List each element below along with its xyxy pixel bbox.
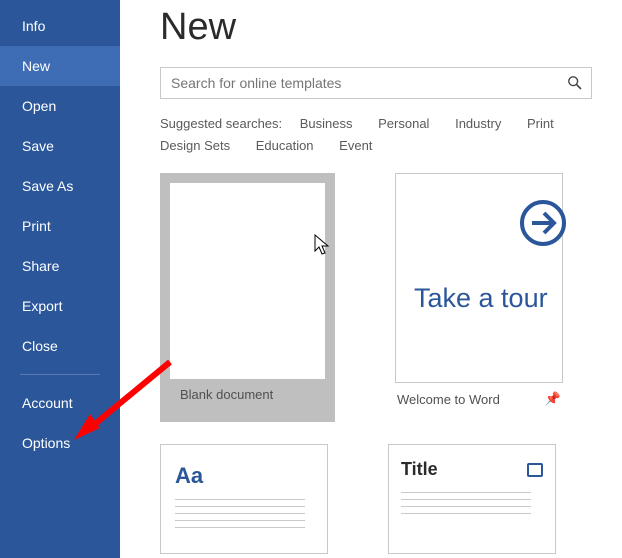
sidebar-item-share[interactable]: Share <box>0 246 120 286</box>
sidebar-item-options[interactable]: Options <box>0 423 120 463</box>
aa-preview-lines <box>175 499 305 534</box>
suggest-link-event[interactable]: Event <box>339 135 372 157</box>
template-caption: Blank document <box>170 379 325 412</box>
sidebar-item-save[interactable]: Save <box>0 126 120 166</box>
template-caption: Welcome to Word 📌 <box>395 383 563 407</box>
sidebar-item-new[interactable]: New <box>0 46 120 86</box>
suggest-link-personal[interactable]: Personal <box>378 113 429 135</box>
sidebar-item-account[interactable]: Account <box>0 383 120 423</box>
tour-arrow-icon <box>518 198 568 248</box>
template-thumb-tour[interactable]: Take a tour <box>395 173 563 383</box>
sidebar-item-open[interactable]: Open <box>0 86 120 126</box>
search-icon[interactable] <box>567 75 583 91</box>
sidebar-item-save-as[interactable]: Save As <box>0 166 120 206</box>
template-welcome-tour[interactable]: Take a tour Welcome to Word 📌 <box>395 173 570 422</box>
suggest-link-education[interactable]: Education <box>256 135 314 157</box>
aa-label: Aa <box>175 463 203 489</box>
page-title: New <box>160 6 622 49</box>
tour-text: Take a tour <box>414 282 548 314</box>
suggested-searches: Suggested searches: Business Personal In… <box>160 113 600 157</box>
sidebar-divider <box>20 374 100 375</box>
backstage-sidebar: Info New Open Save Save As Print Share E… <box>0 0 120 558</box>
template-title[interactable]: Title <box>388 444 556 554</box>
suggest-link-industry[interactable]: Industry <box>455 113 501 135</box>
template-thumb-blank[interactable] <box>170 183 325 379</box>
template-gallery: Blank document Take a tour Welcome to Wo… <box>160 173 622 422</box>
suggest-link-design-sets[interactable]: Design Sets <box>160 135 230 157</box>
sidebar-item-export[interactable]: Export <box>0 286 120 326</box>
search-box[interactable] <box>160 67 592 99</box>
suggest-link-business[interactable]: Business <box>300 113 353 135</box>
main-panel: New Suggested searches: Business Persona… <box>120 0 622 558</box>
template-blank-document[interactable]: Blank document <box>160 173 335 422</box>
suggest-link-print[interactable]: Print <box>527 113 554 135</box>
search-input[interactable] <box>171 75 567 91</box>
sidebar-item-close[interactable]: Close <box>0 326 120 366</box>
sidebar-item-info[interactable]: Info <box>0 6 120 46</box>
suggest-label: Suggested searches: <box>160 116 282 131</box>
title-label: Title <box>401 459 438 480</box>
template-gallery-row2: Aa Title <box>160 444 622 554</box>
title-placeholder-icon <box>527 463 543 477</box>
template-single-spaced[interactable]: Aa <box>160 444 328 554</box>
pin-icon[interactable]: 📌 <box>545 391 561 407</box>
sidebar-item-print[interactable]: Print <box>0 206 120 246</box>
title-preview-lines <box>401 492 543 520</box>
